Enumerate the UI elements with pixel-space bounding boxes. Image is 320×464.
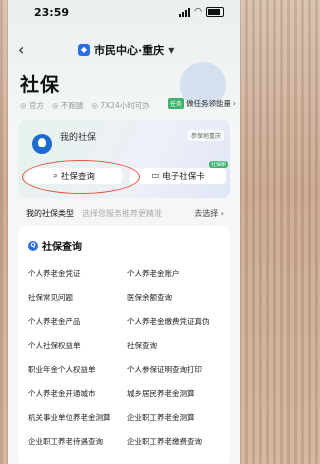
service-item[interactable]: 社保常见问题	[28, 286, 125, 310]
wifi-icon: ◠	[194, 7, 202, 17]
service-row: 个人社保权益单 社保查询	[28, 334, 224, 358]
highlight-circle	[22, 160, 140, 194]
service-item[interactable]: 个人社保权益单	[28, 334, 125, 358]
query-panel: Q 社保查询 个人养老金凭证 个人养老金账户 社保常见问题 医保余额查询 个人养老金产品…	[18, 226, 230, 464]
new-badge: 社保新	[208, 161, 228, 168]
service-item[interactable]: 个人养老金产品	[28, 310, 125, 334]
section-header: Q 社保查询	[28, 238, 82, 253]
status-bar: 23:59 ◠	[8, 0, 240, 24]
service-tags: 官方 不跑腿 7X24小时可办	[20, 100, 150, 111]
type-hint: 选择您服务推荐更精准	[82, 209, 162, 218]
service-item[interactable]: 个人参保证明查询打印	[125, 358, 224, 382]
service-item[interactable]: 社保查询	[125, 334, 224, 358]
service-item[interactable]: 城乡居民养老金测算	[125, 382, 224, 406]
service-row: 机关事业单位养老金测算 企业职工养老金测算	[28, 406, 224, 430]
service-item[interactable]: 个人养老金凭证	[28, 262, 125, 286]
card-title: 我的社保	[60, 133, 97, 143]
task-text: 做任务领能量	[186, 99, 231, 108]
social-security-type-bar: 我的社保类型 选择您服务推荐更精准 去选择 ›	[8, 206, 240, 222]
e-social-security-card-button[interactable]: ▭ 电子社保卡 社保新	[130, 161, 228, 184]
choose-type-link[interactable]: 去选择 ›	[194, 208, 224, 219]
nav-bar: ‹ ◆ 市民中心·重庆 ▼	[8, 38, 240, 62]
service-item[interactable]: 个人养老金开通城市	[28, 382, 125, 406]
chevron-right-icon: ›	[233, 99, 236, 108]
type-label: 我的社保类型	[26, 209, 74, 218]
search-icon: Q	[28, 240, 38, 251]
battery-icon	[206, 7, 224, 17]
tag-24h: 7X24小时可办	[91, 100, 149, 111]
service-item[interactable]: 企业职工养老缴费查询	[125, 430, 224, 454]
card-icon: ▭	[151, 171, 160, 181]
service-item[interactable]: 个人养老金缴费凭证真伪	[125, 310, 224, 334]
service-row: 个人养老金凭证 个人养老金账户	[28, 262, 224, 286]
chevron-down-icon: ▼	[168, 45, 175, 55]
city-logo-icon: ◆	[78, 44, 90, 56]
service-item[interactable]: 企业职工养老金测算	[125, 406, 224, 430]
status-time: 23:59	[34, 6, 70, 19]
service-row: 社保常见问题 医保余额查询	[28, 286, 224, 310]
task-badge: 任务	[167, 98, 184, 109]
service-item[interactable]: 企业职工养老待遇查询	[28, 430, 125, 454]
city-selector[interactable]: ◆ 市民中心·重庆 ▼	[78, 42, 174, 58]
signal-icon	[179, 7, 191, 17]
city-label: 市民中心·重庆	[94, 44, 165, 57]
ecard-label: 电子社保卡	[162, 172, 205, 182]
task-energy-link[interactable]: 任务 做任务领能量 ›	[167, 98, 236, 109]
service-row: 个人养老金开通城市 城乡居民养老金测算	[28, 382, 224, 406]
service-row: 职业年金个人权益单 个人参保证明查询打印	[28, 358, 224, 382]
service-row: 个人养老金产品 个人养老金缴费凭证真伪	[28, 310, 224, 334]
service-item[interactable]: 医保余额查询	[125, 286, 224, 310]
service-grid: 个人养老金凭证 个人养老金账户 社保常见问题 医保余额查询 个人养老金产品 个人养老金缴费…	[28, 262, 224, 454]
back-button[interactable]: ‹	[18, 40, 24, 59]
section-title: 社保查询	[42, 242, 82, 253]
page-title: 社保	[20, 74, 61, 96]
tag-official: 官方	[20, 100, 44, 111]
insured-location-tag: 参保地重庆	[187, 130, 224, 141]
service-item[interactable]: 个人养老金账户	[125, 262, 224, 286]
service-item[interactable]: 机关事业单位养老金测算	[28, 406, 125, 430]
social-security-logo-icon	[32, 134, 52, 154]
service-item[interactable]: 职业年金个人权益单	[28, 358, 125, 382]
service-row: 企业职工养老待遇查询 企业职工养老缴费查询	[28, 430, 224, 454]
phone-screen: 23:59 ◠ ‹ ◆ 市民中心·重庆 ▼ 社保 官方 不跑腿 7X24小时可办…	[8, 0, 240, 464]
tag-no-errand: 不跑腿	[52, 100, 84, 111]
